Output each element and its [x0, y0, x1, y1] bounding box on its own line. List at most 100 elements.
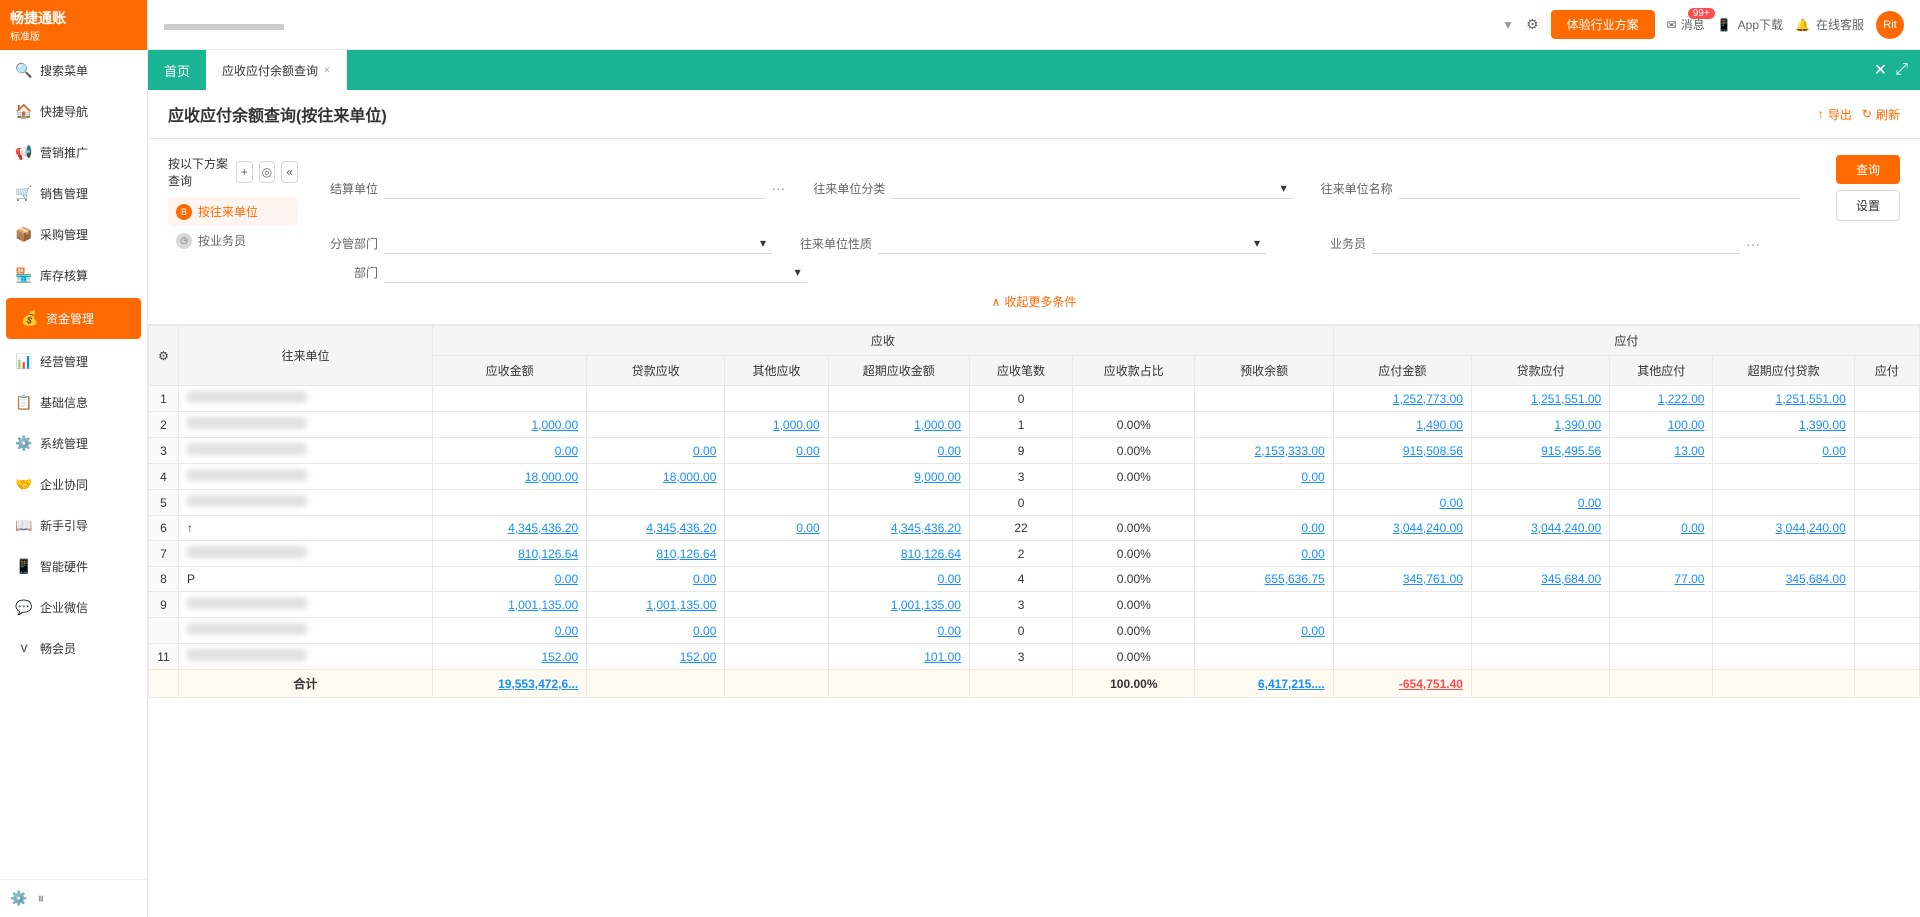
table-cell[interactable] [725, 541, 828, 567]
sidebar-item-guide[interactable]: 📖 新手引导 [0, 505, 147, 546]
table-cell[interactable] [1195, 490, 1333, 516]
table-cell[interactable]: 4,345,436.20 [587, 516, 725, 541]
table-cell[interactable] [725, 644, 828, 670]
dept-select[interactable]: ▾ [384, 262, 807, 283]
table-cell[interactable]: 1,390.00 [1713, 412, 1854, 438]
table-cell[interactable]: 0.00 [1333, 490, 1471, 516]
table-cell[interactable]: 0.00 [1195, 464, 1333, 490]
table-cell[interactable] [1610, 464, 1713, 490]
tab-receivables[interactable]: 应收应付余额查询 × [206, 50, 347, 90]
sidebar-item-inventory[interactable]: 🏪 库存核算 [0, 255, 147, 296]
table-cell[interactable]: 0.00 [587, 567, 725, 592]
table-cell[interactable]: 2,153,333.00 [1195, 438, 1333, 464]
table-cell[interactable]: 345,684.00 [1713, 567, 1854, 592]
branch-dept-select[interactable]: ▾ [384, 233, 772, 254]
add-scheme-button[interactable]: + [236, 161, 253, 183]
table-cell[interactable]: 4,345,436.20 [828, 516, 969, 541]
table-cell[interactable] [1471, 618, 1609, 644]
table-cell[interactable] [1610, 618, 1713, 644]
table-cell[interactable] [1854, 490, 1919, 516]
sidebar-item-marketing[interactable]: 📢 营销推广 [0, 132, 147, 173]
table-cell[interactable]: 0.00 [828, 618, 969, 644]
tab-expand-icon[interactable]: ⤢ [1895, 61, 1908, 79]
table-cell[interactable] [1333, 618, 1471, 644]
table-cell[interactable]: 0.00 [587, 618, 725, 644]
table-cell[interactable] [1854, 618, 1919, 644]
table-cell[interactable]: 0.00 [828, 567, 969, 592]
partner-nature-select[interactable]: ▾ [878, 233, 1266, 254]
table-cell[interactable] [1854, 592, 1919, 618]
table-cell[interactable]: 1,390.00 [1471, 412, 1609, 438]
table-cell[interactable]: 1,490.00 [1333, 412, 1471, 438]
table-cell[interactable]: 0.00 [1195, 618, 1333, 644]
table-cell[interactable]: 0.00 [1471, 490, 1609, 516]
scheme-item-by-staff[interactable]: ◷ 按业务员 [168, 226, 298, 255]
table-cell[interactable] [1854, 386, 1919, 412]
solution-button[interactable]: 体验行业方案 [1551, 10, 1655, 39]
table-cell[interactable] [1195, 412, 1333, 438]
table-cell[interactable]: 1,000.00 [828, 412, 969, 438]
table-cell[interactable]: 915,495.56 [1471, 438, 1609, 464]
table-cell[interactable]: 345,761.00 [1333, 567, 1471, 592]
table-cell[interactable]: 0.00 [1713, 438, 1854, 464]
table-cell[interactable]: 810,126.64 [828, 541, 969, 567]
table-cell[interactable] [587, 386, 725, 412]
table-cell[interactable]: 0.00 [433, 567, 587, 592]
collapse-filter-button[interactable]: ∧ 收起更多条件 [168, 287, 1900, 316]
table-cell[interactable]: 810,126.64 [433, 541, 587, 567]
settlement-unit-dots[interactable]: ··· [771, 180, 785, 196]
table-cell[interactable]: 1,252,773.00 [1333, 386, 1471, 412]
table-cell[interactable]: 0.00 [587, 438, 725, 464]
table-cell[interactable]: 3,044,240.00 [1471, 516, 1609, 541]
table-cell[interactable] [1195, 386, 1333, 412]
collapse-scheme-button[interactable]: « [281, 161, 298, 183]
gear-icon[interactable]: ⚙ [1526, 16, 1539, 33]
table-cell[interactable]: 3,044,240.00 [1713, 516, 1854, 541]
table-cell[interactable] [1333, 592, 1471, 618]
footer-advance-balance[interactable]: 6,417,215.... [1195, 670, 1333, 698]
table-cell[interactable] [1713, 618, 1854, 644]
table-cell[interactable] [1610, 541, 1713, 567]
edit-scheme-button[interactable]: ◎ [259, 161, 276, 183]
table-cell[interactable] [1471, 592, 1609, 618]
table-cell[interactable]: 915,508.56 [1333, 438, 1471, 464]
table-cell[interactable]: 1,251,551.00 [1471, 386, 1609, 412]
table-cell[interactable] [1471, 464, 1609, 490]
export-button[interactable]: ↑ 导出 [1818, 106, 1852, 123]
table-cell[interactable] [1610, 592, 1713, 618]
table-cell[interactable] [1854, 438, 1919, 464]
partner-category-select[interactable]: ▾ [891, 178, 1292, 199]
table-cell[interactable] [1854, 464, 1919, 490]
table-cell[interactable]: 0.00 [1195, 516, 1333, 541]
table-cell[interactable]: 1,000.00 [433, 412, 587, 438]
sidebar-item-enterprise[interactable]: 🤝 企业协同 [0, 464, 147, 505]
table-cell[interactable]: 0.00 [1195, 541, 1333, 567]
tab-home[interactable]: 首页 [148, 50, 206, 90]
partner-name-input[interactable] [1399, 178, 1800, 199]
table-cell[interactable] [725, 567, 828, 592]
table-cell[interactable]: 152.00 [587, 644, 725, 670]
table-cell[interactable] [1854, 516, 1919, 541]
table-cell[interactable]: 1,001,135.00 [587, 592, 725, 618]
table-cell[interactable]: 3,044,240.00 [1333, 516, 1471, 541]
table-cell[interactable]: 1,251,551.00 [1713, 386, 1854, 412]
message-button[interactable]: ✉ 消息 99+ [1667, 16, 1705, 33]
salesperson-input[interactable] [1372, 233, 1740, 254]
table-cell[interactable] [725, 464, 828, 490]
chevron-down-icon[interactable]: ▼ [1502, 18, 1514, 32]
table-cell[interactable]: 13.00 [1610, 438, 1713, 464]
table-cell[interactable]: 152.00 [433, 644, 587, 670]
table-cell[interactable] [725, 618, 828, 644]
table-cell[interactable] [1333, 541, 1471, 567]
table-cell[interactable] [1333, 644, 1471, 670]
tab-close-window-icon[interactable]: ✕ [1874, 60, 1887, 80]
table-cell[interactable]: 810,126.64 [587, 541, 725, 567]
table-cell[interactable]: 655,636.75 [1195, 567, 1333, 592]
table-cell[interactable] [725, 592, 828, 618]
table-cell[interactable]: 345,684.00 [1471, 567, 1609, 592]
table-cell[interactable] [1195, 644, 1333, 670]
table-cell[interactable]: 1,001,135.00 [433, 592, 587, 618]
sidebar-item-vip[interactable]: V 畅会员 [0, 628, 147, 669]
table-cell[interactable] [1713, 464, 1854, 490]
table-cell[interactable]: 4,345,436.20 [433, 516, 587, 541]
